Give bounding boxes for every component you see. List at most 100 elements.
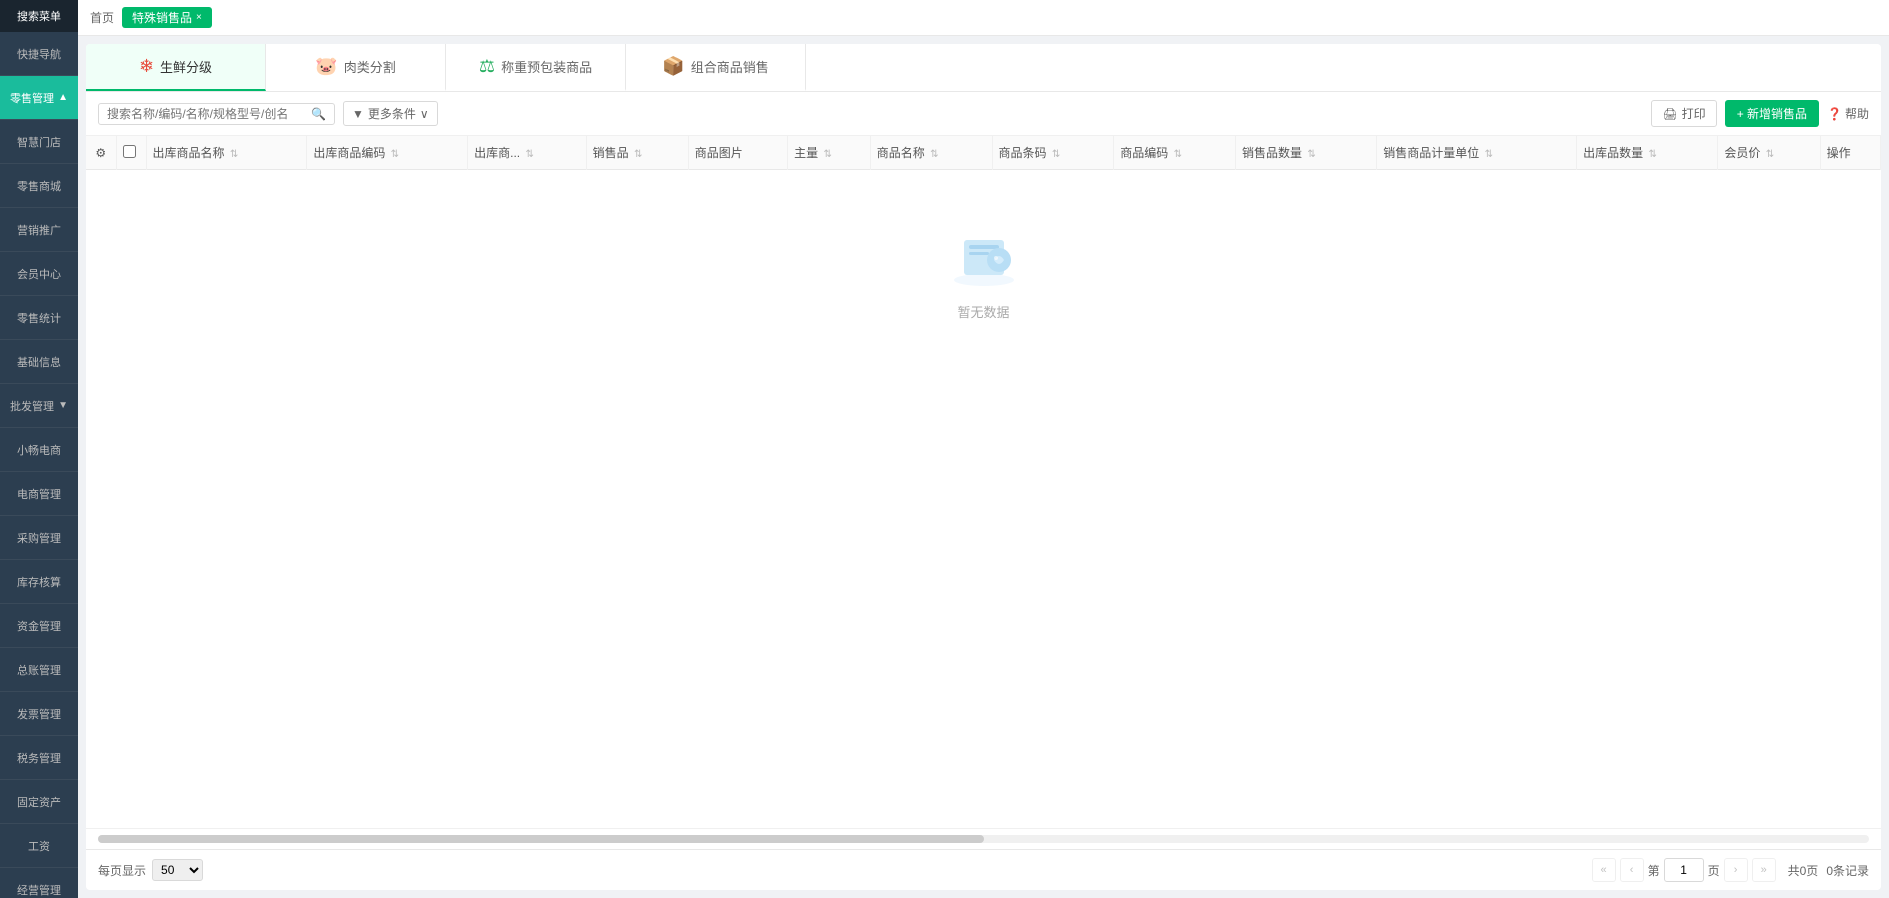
column-product-barcode[interactable]: 商品条码 ⇅ (992, 136, 1114, 170)
sidebar-logo[interactable]: 搜索菜单 (0, 0, 78, 32)
sidebar-item-invoice-mgmt[interactable]: 发票管理 (0, 692, 78, 736)
column-sale-product[interactable]: 销售品 ⇅ (586, 136, 688, 170)
first-page-button[interactable]: « (1592, 858, 1616, 882)
table-header-row: ⚙ 出库商品名称 ⇅ 出库商品编码 ⇅ 出库商. (86, 136, 1881, 170)
home-link[interactable]: 首页 (90, 9, 114, 26)
column-main-unit[interactable]: 主量 ⇅ (788, 136, 871, 170)
table-wrapper: ⚙ 出库商品名称 ⇅ 出库商品编码 ⇅ 出库商. (86, 136, 1881, 828)
breadcrumb-bar: 首页 特殊销售品 × (78, 0, 1889, 36)
sort-icon: ⇅ (391, 149, 399, 160)
tab-weigh-pack-label: 称重预包装商品 (501, 57, 592, 76)
combo-sale-icon: 📦 (662, 56, 684, 77)
data-table: ⚙ 出库商品名称 ⇅ 出库商品编码 ⇅ 出库商. (86, 136, 1881, 170)
tab-row: ❄ 生鲜分级 🐷 肉类分割 ⚖ 称重预包装商品 📦 组合商品销售 (86, 44, 1881, 92)
sort-icon: ⇅ (1766, 149, 1774, 160)
total-records: 0条记录 (1826, 862, 1869, 879)
search-icon: 🔍 (311, 107, 326, 121)
sidebar-item-quick-nav[interactable]: 快捷导航 (0, 32, 78, 76)
page-label: 第 (1648, 862, 1660, 879)
sidebar-item-basic-info[interactable]: 基础信息 (0, 340, 78, 384)
print-icon: 🖨 (1662, 107, 1677, 121)
column-out-qty[interactable]: 出库品数量 ⇅ (1577, 136, 1718, 170)
sidebar-item-smart-store[interactable]: 智慧门店 (0, 120, 78, 164)
last-page-button[interactable]: » (1752, 858, 1776, 882)
weigh-pack-icon: ⚖ (479, 56, 495, 77)
sidebar-item-business-mgmt[interactable]: 经营管理 (0, 868, 78, 898)
main-content: 首页 特殊销售品 × ❄ 生鲜分级 🐷 肉类分割 ⚖ 称重预包装商品 📦 组合商… (78, 0, 1889, 898)
tab-meat-cut[interactable]: 🐷 肉类分割 (266, 44, 446, 91)
sidebar-item-general-ledger[interactable]: 总账管理 (0, 648, 78, 692)
print-button[interactable]: 🖨 打印 (1651, 100, 1716, 127)
sort-icon: ⇅ (1485, 149, 1493, 160)
sidebar-item-retail-stats[interactable]: 零售统计 (0, 296, 78, 340)
page-input[interactable] (1664, 858, 1704, 882)
active-tab-tag[interactable]: 特殊销售品 × (122, 7, 212, 28)
close-tab-icon[interactable]: × (196, 12, 202, 23)
empty-state: 暂无数据 (86, 170, 1881, 381)
filter-button[interactable]: ▼ 更多条件 ∨ (343, 101, 438, 126)
add-button[interactable]: + 新增销售品 (1725, 100, 1819, 127)
sidebar-item-fixed-assets[interactable]: 固定资产 (0, 780, 78, 824)
search-input[interactable] (107, 107, 307, 121)
column-member-price[interactable]: 会员价 ⇅ (1718, 136, 1820, 170)
next-page-button[interactable]: › (1724, 858, 1748, 882)
sidebar-item-wages[interactable]: 工资 (0, 824, 78, 868)
sidebar-item-retail-mall[interactable]: 零售商城 (0, 164, 78, 208)
sidebar-item-retail-mgmt[interactable]: 零售管理 ▲ (0, 76, 78, 120)
total-pages: 共0页 (1788, 862, 1819, 879)
column-product-image[interactable]: 商品图片 (688, 136, 787, 170)
tab-weigh-pack[interactable]: ⚖ 称重预包装商品 (446, 44, 626, 91)
filter-label: 更多条件 (368, 105, 416, 122)
pagination: 每页显示 10 20 50 100 « ‹ 第 页 › » 共0页 0条记录 (86, 849, 1881, 890)
page-suffix: 页 (1708, 862, 1720, 879)
sidebar-item-wholesale-mgmt[interactable]: 批发管理 ▼ (0, 384, 78, 428)
column-out-product-name[interactable]: 出库商品名称 ⇅ (146, 136, 307, 170)
column-checkbox[interactable] (116, 136, 146, 170)
sidebar-item-purchase-mgmt[interactable]: 采购管理 (0, 516, 78, 560)
sidebar-item-mini-ecom[interactable]: 小畅电商 (0, 428, 78, 472)
search-box[interactable]: 🔍 (98, 103, 335, 125)
column-sale-qty[interactable]: 销售品数量 ⇅ (1235, 136, 1376, 170)
prev-page-button[interactable]: ‹ (1620, 858, 1644, 882)
column-out-product-code[interactable]: 出库商品编码 ⇅ (307, 136, 468, 170)
tab-fresh-grade[interactable]: ❄ 生鲜分级 (86, 44, 266, 91)
horizontal-scrollbar[interactable] (86, 828, 1881, 849)
per-page-select[interactable]: 10 20 50 100 (152, 859, 203, 881)
sort-icon: ⇅ (1307, 149, 1315, 160)
help-icon: ❓ (1827, 107, 1842, 121)
scrollbar-thumb[interactable] (98, 835, 984, 843)
content-panel: ❄ 生鲜分级 🐷 肉类分割 ⚖ 称重预包装商品 📦 组合商品销售 🔍 (86, 44, 1881, 890)
sidebar-item-finance[interactable]: 资金管理 (0, 604, 78, 648)
column-out-product-spec[interactable]: 出库商... ⇅ (468, 136, 586, 170)
chevron-down-icon: ∨ (420, 107, 429, 121)
sidebar-item-inventory[interactable]: 库存核算 (0, 560, 78, 604)
toolbar-right: 🖨 打印 + 新增销售品 ❓ 帮助 (1651, 100, 1869, 127)
pagination-left: 每页显示 10 20 50 100 (98, 859, 203, 881)
empty-icon (944, 230, 1024, 290)
add-label: + 新增销售品 (1737, 105, 1807, 122)
toolbar: 🔍 ▼ 更多条件 ∨ 🖨 打印 + 新增销售品 ❓ 帮助 (86, 92, 1881, 136)
column-sale-unit[interactable]: 销售商品计量单位 ⇅ (1377, 136, 1577, 170)
sidebar-item-member-center[interactable]: 会员中心 (0, 252, 78, 296)
select-all-checkbox[interactable] (123, 145, 136, 158)
help-label: 帮助 (1845, 105, 1869, 122)
help-button[interactable]: ❓ 帮助 (1827, 105, 1869, 122)
tab-combo-sale-label: 组合商品销售 (691, 57, 769, 76)
sidebar-item-tax-mgmt[interactable]: 税务管理 (0, 736, 78, 780)
sidebar-item-marketing[interactable]: 营销推广 (0, 208, 78, 252)
sidebar: 搜索菜单 快捷导航 零售管理 ▲ 智慧门店 零售商城 营销推广 会员中心 零售统… (0, 0, 78, 898)
tab-combo-sale[interactable]: 📦 组合商品销售 (626, 44, 806, 91)
tab-meat-cut-label: 肉类分割 (344, 57, 396, 76)
sort-icon: ⇅ (1052, 149, 1060, 160)
sort-icon: ⇅ (824, 149, 832, 160)
logo-text: 搜索菜单 (17, 8, 61, 24)
sort-icon: ⇅ (634, 149, 642, 160)
sidebar-item-ecom-mgmt[interactable]: 电商管理 (0, 472, 78, 516)
scrollbar-track (98, 835, 1869, 843)
filter-icon: ▼ (352, 107, 364, 121)
column-product-name[interactable]: 商品名称 ⇅ (870, 136, 992, 170)
column-gear[interactable]: ⚙ (86, 136, 116, 170)
pagination-right: « ‹ 第 页 › » 共0页 0条记录 (1592, 858, 1869, 882)
column-product-code[interactable]: 商品编码 ⇅ (1114, 136, 1236, 170)
empty-text: 暂无数据 (957, 302, 1009, 321)
